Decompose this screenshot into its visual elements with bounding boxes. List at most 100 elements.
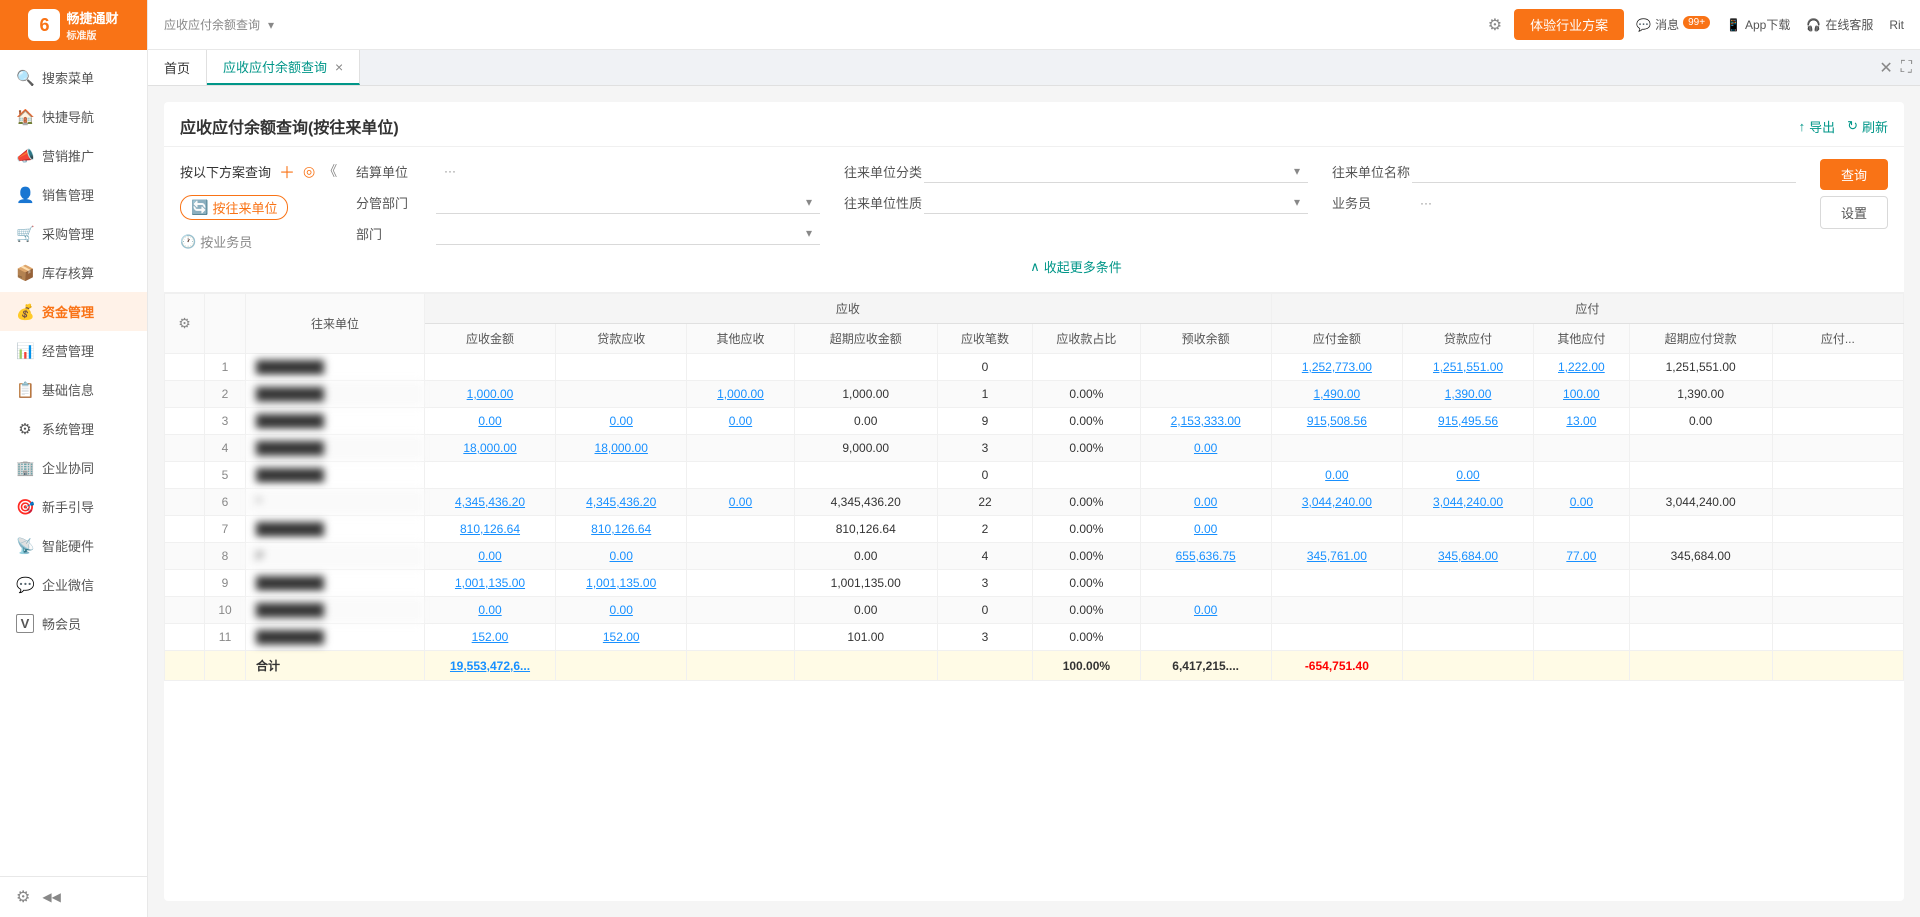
sales-icon: 👤	[16, 186, 34, 204]
salesperson-dots[interactable]: ···	[1412, 192, 1796, 214]
row-ar-prepay	[1140, 624, 1271, 651]
sidebar-item-guide[interactable]: 🎯 新手引导	[0, 487, 147, 526]
row-ar-amount: 0.00	[424, 408, 555, 435]
page-header: 应收应付余额查询(按往来单位) ↑ 导出 ↻ 刷新	[164, 102, 1904, 147]
row-ap-amount: 915,508.56	[1271, 408, 1402, 435]
table-container[interactable]: ⚙ 往来单位 应收 应付 应收金额 贷款应收 其他应收 超期应收金额 应收笔数 …	[164, 293, 1904, 901]
tab-close-icon[interactable]: ×	[335, 59, 343, 75]
sidebar-item-enterprise[interactable]: 🏢 企业协同	[0, 448, 147, 487]
row-ap-other: 13.00	[1534, 408, 1629, 435]
tab-close-all-icon[interactable]: ✕	[1879, 58, 1892, 78]
messages-button[interactable]: 💬 消息 99+	[1636, 16, 1710, 33]
footer-collapse-icon[interactable]: ◀◀	[42, 890, 60, 904]
dept-manager-select[interactable]: ▾	[436, 191, 820, 214]
app-download-icon: 📱	[1726, 18, 1741, 32]
row-ap-col	[1772, 489, 1903, 516]
sidebar-item-basic-info[interactable]: 📋 基础信息	[0, 370, 147, 409]
table-settings-icon[interactable]: ⚙	[178, 315, 191, 331]
refresh-button[interactable]: ↻ 刷新	[1847, 117, 1888, 136]
sidebar-item-search-menu[interactable]: 🔍 搜索菜单	[0, 58, 147, 97]
scheme-icon: 🔄	[191, 199, 208, 216]
scheme-by-staff[interactable]: 🕐 按业务员	[180, 232, 340, 251]
row-ar-prepay	[1140, 354, 1271, 381]
tab-expand-icon[interactable]: ⛶	[1901, 59, 1912, 77]
row-ap-other	[1534, 435, 1629, 462]
row-seq: 8	[205, 543, 246, 570]
row-unit: ████████	[246, 381, 425, 408]
row-ap-amount	[1271, 597, 1402, 624]
header-settings-icon[interactable]: ⚙	[1488, 15, 1502, 35]
industry-solution-button[interactable]: 体验行业方案	[1514, 9, 1624, 40]
filter-add-icon[interactable]: ＋	[279, 159, 295, 183]
row-ar-count: 3	[937, 435, 1032, 462]
table-row: 5 ████████ 0 0.00 0.00	[165, 462, 1904, 489]
settlement-unit-dots[interactable]: ···	[436, 160, 820, 182]
query-buttons: 查询 设置	[1820, 159, 1888, 229]
app-download-button[interactable]: 📱 App下载	[1726, 16, 1790, 33]
sidebar-item-sales[interactable]: 👤 销售管理	[0, 175, 147, 214]
footer-settings-icon[interactable]: ⚙	[16, 887, 30, 907]
search-icon: 🔍	[16, 69, 34, 87]
unit-category-select[interactable]: ▾	[924, 160, 1308, 183]
row-ap-loan: 3,044,240.00	[1402, 489, 1533, 516]
setting-button[interactable]: 设置	[1820, 196, 1888, 229]
sidebar-item-marketing[interactable]: 📣 营销推广	[0, 136, 147, 175]
sidebar-item-purchase[interactable]: 🛒 采购管理	[0, 214, 147, 253]
guide-icon: 🎯	[16, 498, 34, 516]
sidebar-item-label: 快捷导航	[42, 107, 94, 126]
filter-scheme-icon[interactable]: ◎	[303, 163, 315, 180]
table-row: 1 ████████ 0 1,252,773.00 1,251,551.00 1…	[165, 354, 1904, 381]
row-ap-amount	[1271, 624, 1402, 651]
query-button[interactable]: 查询	[1820, 159, 1888, 190]
ap-other-header: 其他应付	[1534, 324, 1629, 354]
unit-nature-select[interactable]: ▾	[924, 191, 1308, 214]
export-button[interactable]: ↑ 导出	[1799, 117, 1836, 136]
row-unit: ████████	[246, 408, 425, 435]
row-ar-prepay	[1140, 381, 1271, 408]
row-ap-other: 1,222.00	[1534, 354, 1629, 381]
row-ap-col	[1772, 408, 1903, 435]
table-row: 6 ^ 4,345,436.20 4,345,436.20 0.00 4,345…	[165, 489, 1904, 516]
filter-area: 按以下方案查询 ＋ ◎ 《 🔄 按往来单位 🕐 按业务员	[164, 147, 1904, 293]
row-ar-count: 3	[937, 624, 1032, 651]
sidebar-item-operation[interactable]: 📊 经营管理	[0, 331, 147, 370]
row-ap-col	[1772, 381, 1903, 408]
row-ar-overdue: 4,345,436.20	[794, 489, 937, 516]
row-ap-col	[1772, 462, 1903, 489]
tab-balance-label: 应收应付余额查询	[223, 57, 327, 76]
row-ar-count: 0	[937, 354, 1032, 381]
sidebar-item-label: 基础信息	[42, 380, 94, 399]
row-ap-loan	[1402, 597, 1533, 624]
row-ap-amount: 1,490.00	[1271, 381, 1402, 408]
department-select[interactable]: ▾	[436, 222, 820, 245]
row-ar-count: 4	[937, 543, 1032, 570]
breadcrumb-chevron-icon[interactable]: ▾	[268, 18, 274, 32]
wechat-icon: 💬	[16, 576, 34, 594]
table-row: 4 ████████ 18,000.00 18,000.00 9,000.00 …	[165, 435, 1904, 462]
scheme-by-unit[interactable]: 🔄 按往来单位	[180, 195, 288, 220]
scheme-label: 按往来单位	[212, 198, 277, 217]
row-ar-other	[687, 462, 794, 489]
row-ar-amount: 18,000.00	[424, 435, 555, 462]
tab-home[interactable]: 首页	[148, 50, 207, 85]
sidebar-item-system[interactable]: ⚙ 系统管理	[0, 409, 147, 448]
sidebar-item-finance[interactable]: 💰 资金管理	[0, 292, 147, 331]
collapse-more-button[interactable]: ∧ 收起更多条件	[356, 253, 1796, 280]
unit-category-chevron-icon: ▾	[1294, 164, 1300, 178]
ap-col-header: 应付...	[1772, 324, 1903, 354]
sidebar-item-inventory[interactable]: 📦 库存核算	[0, 253, 147, 292]
tab-balance-query[interactable]: 应收应付余额查询 ×	[207, 50, 360, 85]
row-settings	[165, 435, 205, 462]
row-ap-amount: 3,044,240.00	[1271, 489, 1402, 516]
user-menu[interactable]: Rit	[1889, 18, 1904, 32]
sidebar-item-wechat[interactable]: 💬 企业微信	[0, 565, 147, 604]
sidebar: 6 畅捷通财 标准版 🔍 搜索菜单 🏠 快捷导航 📣 营销推广 👤 销售管理 🛒…	[0, 0, 148, 917]
sidebar-item-member[interactable]: V 畅会员	[0, 604, 147, 643]
online-service-button[interactable]: 🎧 在线客服	[1806, 16, 1873, 33]
unit-name-input[interactable]	[1412, 159, 1796, 183]
sidebar-item-smart-hw[interactable]: 📡 智能硬件	[0, 526, 147, 565]
sidebar-item-quick-nav[interactable]: 🏠 快捷导航	[0, 97, 147, 136]
top-header: 应收应付余额查询 ▾ ⚙ 体验行业方案 💬 消息 99+ 📱 App下载 🎧 在…	[148, 0, 1920, 50]
filter-collapse-icon[interactable]: 《	[323, 161, 337, 181]
sidebar-item-label: 新手引导	[42, 497, 94, 516]
